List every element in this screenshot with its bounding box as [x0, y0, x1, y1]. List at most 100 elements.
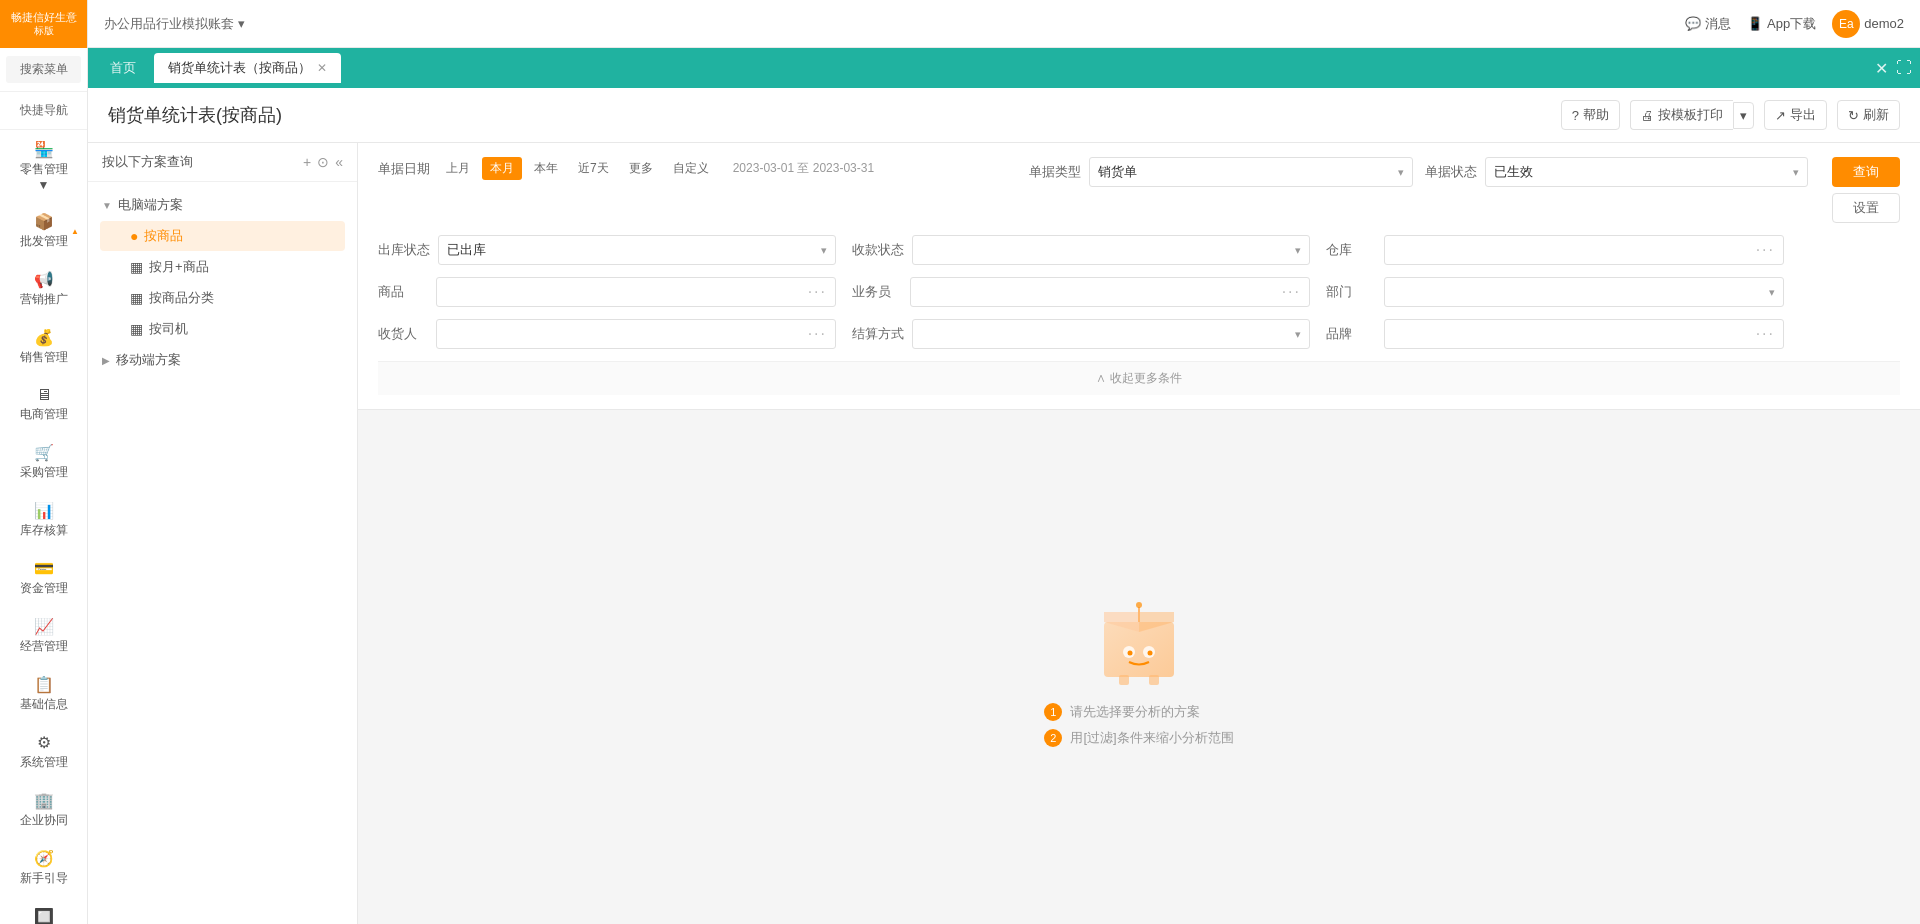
- brand-label: 品牌: [1326, 325, 1376, 343]
- date-tab-custom[interactable]: 自定义: [665, 157, 717, 180]
- refresh-label: 刷新: [1863, 106, 1889, 124]
- payment-field: 收款状态 ▾: [852, 235, 1310, 265]
- payment-dropdown-icon: ▾: [1295, 244, 1301, 257]
- sidebar-item-marketing[interactable]: 📢 营销推广: [0, 260, 87, 318]
- sidebar-item-basic[interactable]: 📋 基础信息: [0, 665, 87, 723]
- date-range-display: 2023-03-01 至 2023-03-31: [733, 160, 874, 177]
- sidebar-item-operation[interactable]: 📈 经营管理: [0, 607, 87, 665]
- sidebar-item-wholesale[interactable]: 📦 批发管理: [0, 202, 87, 260]
- date-tab-more[interactable]: 更多: [621, 157, 661, 180]
- salesperson-label: 业务员: [852, 283, 902, 301]
- filter-row-4: 收货人 ··· 结算方式 ▾: [378, 319, 1900, 349]
- salesperson-input[interactable]: ···: [910, 277, 1310, 307]
- by-category-label: 按商品分类: [149, 289, 214, 307]
- print-button[interactable]: 🖨 按模板打印: [1630, 100, 1733, 130]
- date-tab-last-month[interactable]: 上月: [438, 157, 478, 180]
- by-month-product-label: 按月+商品: [149, 258, 209, 276]
- sidebar-item-inventory[interactable]: 📊 库存核算: [0, 491, 87, 549]
- mobile-group-arrow: ▶: [102, 355, 110, 366]
- department-label: 部门: [1326, 283, 1376, 301]
- doc-type-field: 单据类型 销货单 ▾: [1029, 157, 1412, 187]
- content-area: 销货单统计表(按商品) ? 帮助 🖨 按模板打印 ▾ ↗ 导出: [88, 88, 1920, 924]
- logo-text: 畅捷信好生意: [11, 10, 77, 24]
- refresh-button[interactable]: ↻ 刷新: [1837, 100, 1900, 130]
- wholesale-icon: 📦: [34, 212, 54, 231]
- user-avatar: Ea: [1832, 10, 1860, 38]
- tab-close-button[interactable]: ✕: [317, 61, 327, 75]
- main-body: 按以下方案查询 + ⊙ « ▼ 电脑端方案: [88, 143, 1920, 924]
- empty-tips: 1 请先选择要分析的方案 2 用[过滤]条件来缩小分析范围: [1044, 703, 1233, 747]
- system-label: 系统管理: [20, 754, 68, 771]
- add-scheme-icon[interactable]: +: [303, 154, 311, 170]
- date-tab-this-month[interactable]: 本月: [482, 157, 522, 180]
- sidebar-item-retail[interactable]: 🏪 零售管理: [0, 130, 87, 202]
- date-tab-this-year[interactable]: 本年: [526, 157, 566, 180]
- payment-label: 收款状态: [852, 241, 904, 259]
- help-button[interactable]: ? 帮助: [1561, 100, 1620, 130]
- enterprise-label: 企业协同: [20, 812, 68, 829]
- payment-input[interactable]: ▾: [912, 235, 1310, 265]
- sidebar-item-purchase[interactable]: 🛒 采购管理: [0, 433, 87, 491]
- sidebar-item-enterprise[interactable]: 🏢 企业协同: [0, 781, 87, 839]
- export-icon: ↗: [1775, 108, 1786, 123]
- close-tab-icon[interactable]: ✕: [1875, 59, 1888, 78]
- phone-icon: 📱: [1747, 16, 1763, 31]
- sidebar-item-finance[interactable]: 💳 资金管理: [0, 549, 87, 607]
- sidebar-item-ecommerce[interactable]: 🖥 电商管理: [0, 376, 87, 433]
- query-button[interactable]: 查询: [1832, 157, 1900, 187]
- by-product-label: 按商品: [144, 227, 183, 245]
- department-input[interactable]: ▾: [1384, 277, 1784, 307]
- empty-tip-1: 1 请先选择要分析的方案: [1044, 703, 1233, 721]
- retail-label: 零售管理: [20, 161, 68, 178]
- message-button[interactable]: 💬 消息: [1685, 15, 1731, 33]
- sidebar-item-apps[interactable]: 🔲 应用中心: [0, 897, 87, 924]
- settlement-input[interactable]: ▾: [912, 319, 1310, 349]
- tree-item-by-category[interactable]: ▦ 按商品分类: [100, 283, 345, 313]
- tab-home[interactable]: 首页: [96, 53, 150, 83]
- workspace-selector[interactable]: 办公用品行业模拟账套 ▾: [104, 15, 245, 33]
- tree-item-by-company[interactable]: ▦ 按司机: [100, 314, 345, 344]
- wholesale-label: 批发管理: [20, 233, 68, 250]
- left-panel-title: 按以下方案查询: [102, 153, 193, 171]
- date-label: 单据日期: [378, 160, 430, 178]
- tip-text-1: 请先选择要分析的方案: [1070, 703, 1200, 721]
- filter-row-3: 商品 ··· 业务员 ···: [378, 277, 1900, 307]
- export-button[interactable]: ↗ 导出: [1764, 100, 1827, 130]
- product-label: 商品: [378, 283, 428, 301]
- collapse-panel-icon[interactable]: «: [335, 154, 343, 170]
- sidebar-item-guide[interactable]: 🧭 新手引导: [0, 839, 87, 897]
- pc-group-arrow: ▼: [102, 200, 112, 211]
- system-icon: ⚙: [37, 733, 51, 752]
- message-label: 消息: [1705, 15, 1731, 33]
- recipient-input[interactable]: ···: [436, 319, 836, 349]
- app-download-button[interactable]: 📱 App下载: [1747, 15, 1816, 33]
- sidebar-item-sales[interactable]: 💰 销售管理: [0, 318, 87, 376]
- doc-status-input[interactable]: 已生效 ▾: [1485, 157, 1808, 187]
- search-menu-button[interactable]: 搜索菜单: [6, 56, 81, 83]
- user-info[interactable]: Ea demo2: [1832, 10, 1904, 38]
- enterprise-icon: 🏢: [34, 791, 54, 810]
- collapse-filter-bar[interactable]: ∧ 收起更多条件: [378, 361, 1900, 395]
- sidebar-item-system[interactable]: ⚙ 系统管理: [0, 723, 87, 781]
- tree-item-by-month-product[interactable]: ▦ 按月+商品: [100, 252, 345, 282]
- out-status-input[interactable]: 已出库 ▾: [438, 235, 836, 265]
- print-label: 按模板打印: [1658, 106, 1723, 124]
- settings-scheme-icon[interactable]: ⊙: [317, 154, 329, 170]
- print-dropdown-button[interactable]: ▾: [1733, 102, 1754, 129]
- tab-sales-stat[interactable]: 销货单统计表（按商品） ✕: [154, 53, 341, 83]
- warehouse-input[interactable]: ···: [1384, 235, 1784, 265]
- brand-input[interactable]: ···: [1384, 319, 1784, 349]
- maximize-icon[interactable]: ⛶: [1896, 59, 1912, 77]
- tree-group-mobile-header[interactable]: ▶ 移动端方案: [96, 345, 349, 375]
- quick-nav-label: 快捷导航: [0, 98, 87, 123]
- tree-item-by-product[interactable]: ● 按商品: [100, 221, 345, 251]
- svg-rect-9: [1119, 675, 1129, 685]
- date-tab-7days[interactable]: 近7天: [570, 157, 617, 180]
- guide-label: 新手引导: [20, 870, 68, 887]
- product-input[interactable]: ···: [436, 277, 836, 307]
- settings-button[interactable]: 设置: [1832, 193, 1900, 223]
- doc-type-input[interactable]: 销货单 ▾: [1089, 157, 1412, 187]
- out-status-dropdown-icon: ▾: [821, 244, 827, 257]
- logo-sub: 标版: [34, 24, 54, 38]
- tree-group-pc-header[interactable]: ▼ 电脑端方案: [96, 190, 349, 220]
